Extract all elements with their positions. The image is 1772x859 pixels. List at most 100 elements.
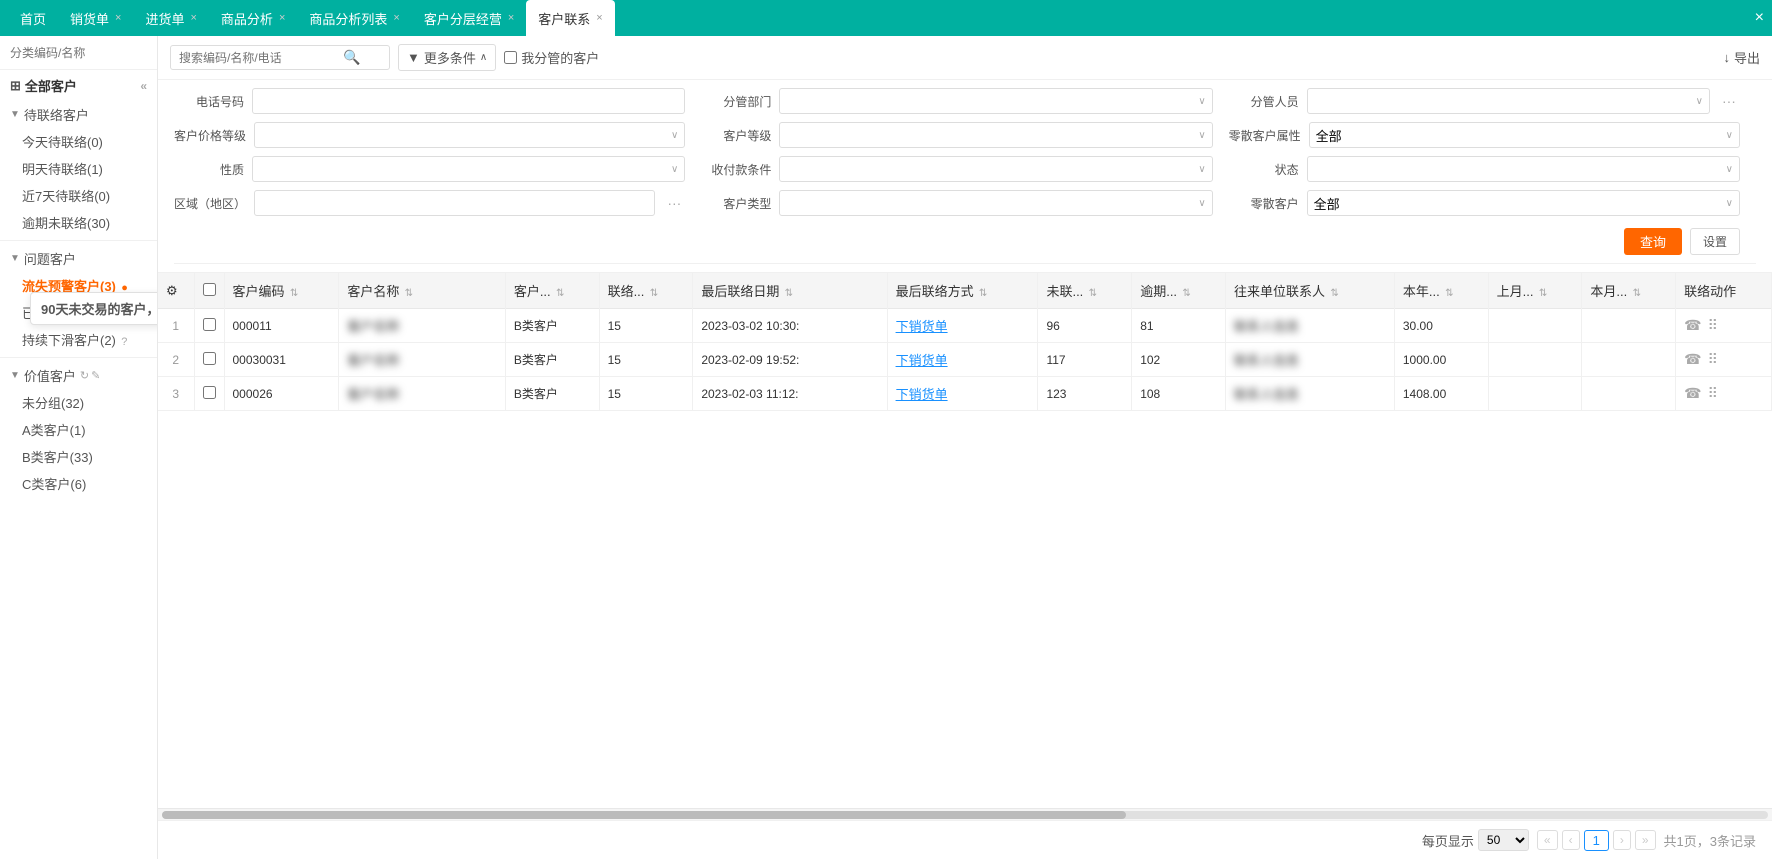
col-last-month[interactable]: 上月... ⇅ xyxy=(1488,273,1582,309)
row-check-0[interactable] xyxy=(194,309,224,343)
phone-input[interactable] xyxy=(252,88,685,114)
tab-product-analysis-list[interactable]: 商品分析列表 × xyxy=(297,0,411,36)
tab-close-product-analysis[interactable]: × xyxy=(279,12,285,24)
edit-icon[interactable]: ✎ xyxy=(91,369,100,382)
row-overdue-1: 102 xyxy=(1132,343,1226,377)
tab-product-analysis[interactable]: 商品分析 × xyxy=(209,0,297,36)
dept-select[interactable]: ∨ xyxy=(779,88,1212,114)
filter-more-btn[interactable]: ▼ 更多条件 ∧ xyxy=(398,44,496,71)
row-date-1: 2023-02-09 19:52: xyxy=(693,343,887,377)
export-btn[interactable]: ↓ 导出 xyxy=(1723,48,1760,67)
row-method-link-0[interactable]: 下销货单 xyxy=(896,319,948,334)
row-action-phone-2[interactable]: ☎ xyxy=(1684,385,1701,402)
first-page-btn[interactable]: « xyxy=(1537,830,1558,850)
refresh-icon[interactable]: ↻ xyxy=(80,369,89,382)
manager-select[interactable]: ∨ xyxy=(1307,88,1710,114)
group-pending-contact[interactable]: ▼ 待联络客户 xyxy=(0,101,157,128)
row-action-phone-0[interactable]: ☎ xyxy=(1684,317,1701,334)
zero-attr-select[interactable]: 全部 ∨ xyxy=(1309,122,1740,148)
row-checkbox-2[interactable] xyxy=(203,386,216,399)
query-button[interactable]: 查询 xyxy=(1624,228,1682,255)
select-all-checkbox[interactable] xyxy=(203,283,216,296)
sidebar-item-today[interactable]: 今天待联络(0) xyxy=(0,128,157,155)
search-button[interactable]: 🔍 xyxy=(343,49,360,66)
next-page-btn[interactable]: › xyxy=(1613,830,1631,850)
tab-customer-contact[interactable]: 客户联系 × xyxy=(526,0,614,36)
row-action-more-2[interactable]: ⠿ xyxy=(1708,385,1718,402)
col-this-month[interactable]: 本月... ⇅ xyxy=(1582,273,1676,309)
tab-close-purchase[interactable]: × xyxy=(190,12,196,24)
price-level-select[interactable]: ∨ xyxy=(254,122,685,148)
nature-select[interactable]: ∨ xyxy=(252,156,685,182)
region-select[interactable] xyxy=(254,190,655,216)
col-last-method[interactable]: 最后联络方式 ⇅ xyxy=(887,273,1038,309)
col-type[interactable]: 客户... ⇅ xyxy=(505,273,599,309)
question-icon-2[interactable]: ? xyxy=(121,336,127,348)
col-last-date[interactable]: 最后联络日期 ⇅ xyxy=(693,273,887,309)
horizontal-scrollbar[interactable] xyxy=(158,808,1772,820)
col-contact-person[interactable]: 往来单位联系人 ⇅ xyxy=(1225,273,1394,309)
sidebar-all-customers[interactable]: ⊞ 全部客户 « xyxy=(0,70,157,101)
sidebar-item-churn-warning[interactable]: 流失预警客户(3) ● 90天未交易的客户，可能有流失风险。 xyxy=(0,272,157,299)
payment-label: 收付款条件 xyxy=(701,161,771,178)
tab-close-customer-contact[interactable]: × xyxy=(596,12,602,24)
sidebar-item-tomorrow[interactable]: 明天待联络(1) xyxy=(0,155,157,182)
row-action-more-1[interactable]: ⠿ xyxy=(1708,351,1718,368)
manager-more-icon[interactable]: ··· xyxy=(1718,93,1740,109)
row-action-phone-1[interactable]: ☎ xyxy=(1684,351,1701,368)
row-check-1[interactable] xyxy=(194,343,224,377)
tab-home[interactable]: 首页 xyxy=(8,0,58,36)
close-all-btn[interactable]: × xyxy=(1755,9,1764,27)
filter-row-3: 性质 ∨ 收付款条件 ∨ 状态 xyxy=(174,156,1756,182)
tab-close-product-list[interactable]: × xyxy=(393,12,399,24)
tab-purchase-order[interactable]: 进货单 × xyxy=(133,0,208,36)
my-customers-checkbox[interactable]: 我分管的客户 xyxy=(504,48,599,67)
group-problem-customers[interactable]: ▼ 问题客户 xyxy=(0,245,157,272)
search-input[interactable] xyxy=(179,51,339,65)
payment-select[interactable]: ∨ xyxy=(779,156,1212,182)
sort-icon-code: ⇅ xyxy=(290,288,298,299)
sidebar-item-7days[interactable]: 近7天待联络(0) xyxy=(0,182,157,209)
col-this-year[interactable]: 本年... ⇅ xyxy=(1394,273,1488,309)
row-method-link-1[interactable]: 下销货单 xyxy=(896,353,948,368)
row-action-more-0[interactable]: ⠿ xyxy=(1708,317,1718,334)
grid-icon: ⊞ xyxy=(10,78,21,94)
group-value-customers[interactable]: ▼ 价值客户 ↻ ✎ xyxy=(0,362,157,389)
zero-customer-select[interactable]: 全部 ∨ xyxy=(1307,190,1740,216)
row-checkbox-1[interactable] xyxy=(203,352,216,365)
sidebar-item-overdue[interactable]: 逾期未联络(30) xyxy=(0,209,157,236)
col-name[interactable]: 客户名称 ⇅ xyxy=(339,273,506,309)
setting-button[interactable]: 设置 xyxy=(1690,228,1740,255)
sidebar-search-input[interactable] xyxy=(10,46,158,60)
customer-type-select[interactable]: ∨ xyxy=(779,190,1212,216)
col-overdue[interactable]: 逾期... ⇅ xyxy=(1132,273,1226,309)
my-customers-check[interactable] xyxy=(504,51,517,64)
sidebar-item-ungroup[interactable]: 未分组(32) xyxy=(0,389,157,416)
customer-level-select[interactable]: ∨ xyxy=(779,122,1212,148)
last-page-btn[interactable]: » xyxy=(1635,830,1656,850)
scrollbar-thumb[interactable] xyxy=(162,811,1126,819)
sidebar-item-class-a[interactable]: A类客户(1) xyxy=(0,416,157,443)
page-size-select[interactable]: 50 100 xyxy=(1478,829,1529,851)
region-more-icon[interactable]: ··· xyxy=(663,195,685,211)
status-select[interactable]: ∨ xyxy=(1307,156,1740,182)
sidebar-item-class-c[interactable]: C类客户(6) xyxy=(0,470,157,497)
row-check-2[interactable] xyxy=(194,377,224,411)
col-uncontacted[interactable]: 未联... ⇅ xyxy=(1038,273,1132,309)
tab-close-customer-layer[interactable]: × xyxy=(508,12,514,24)
row-num-1: 2 xyxy=(158,343,194,377)
content-area: 🔍 ▼ 更多条件 ∧ 我分管的客户 ↓ 导出 电话号码 xyxy=(158,36,1772,859)
row-overdue-2: 108 xyxy=(1132,377,1226,411)
tab-customer-layer[interactable]: 客户分层经营 × xyxy=(412,0,526,36)
row-method-link-2[interactable]: 下销货单 xyxy=(896,387,948,402)
tab-sales-order[interactable]: 销货单 × xyxy=(58,0,133,36)
sidebar-item-class-b[interactable]: B类客户(33) xyxy=(0,443,157,470)
col-contact-count[interactable]: 联络... ⇅ xyxy=(599,273,693,309)
row-checkbox-0[interactable] xyxy=(203,318,216,331)
sidebar-item-declining[interactable]: 持续下滑客户(2) ? xyxy=(0,326,157,353)
gear-icon[interactable]: ⚙ xyxy=(166,283,178,298)
prev-page-btn[interactable]: ‹ xyxy=(1562,830,1580,850)
tab-close-sales[interactable]: × xyxy=(115,12,121,24)
zero-customer-arrow-icon: ∨ xyxy=(1726,198,1733,209)
col-code[interactable]: 客户编码 ⇅ xyxy=(224,273,339,309)
